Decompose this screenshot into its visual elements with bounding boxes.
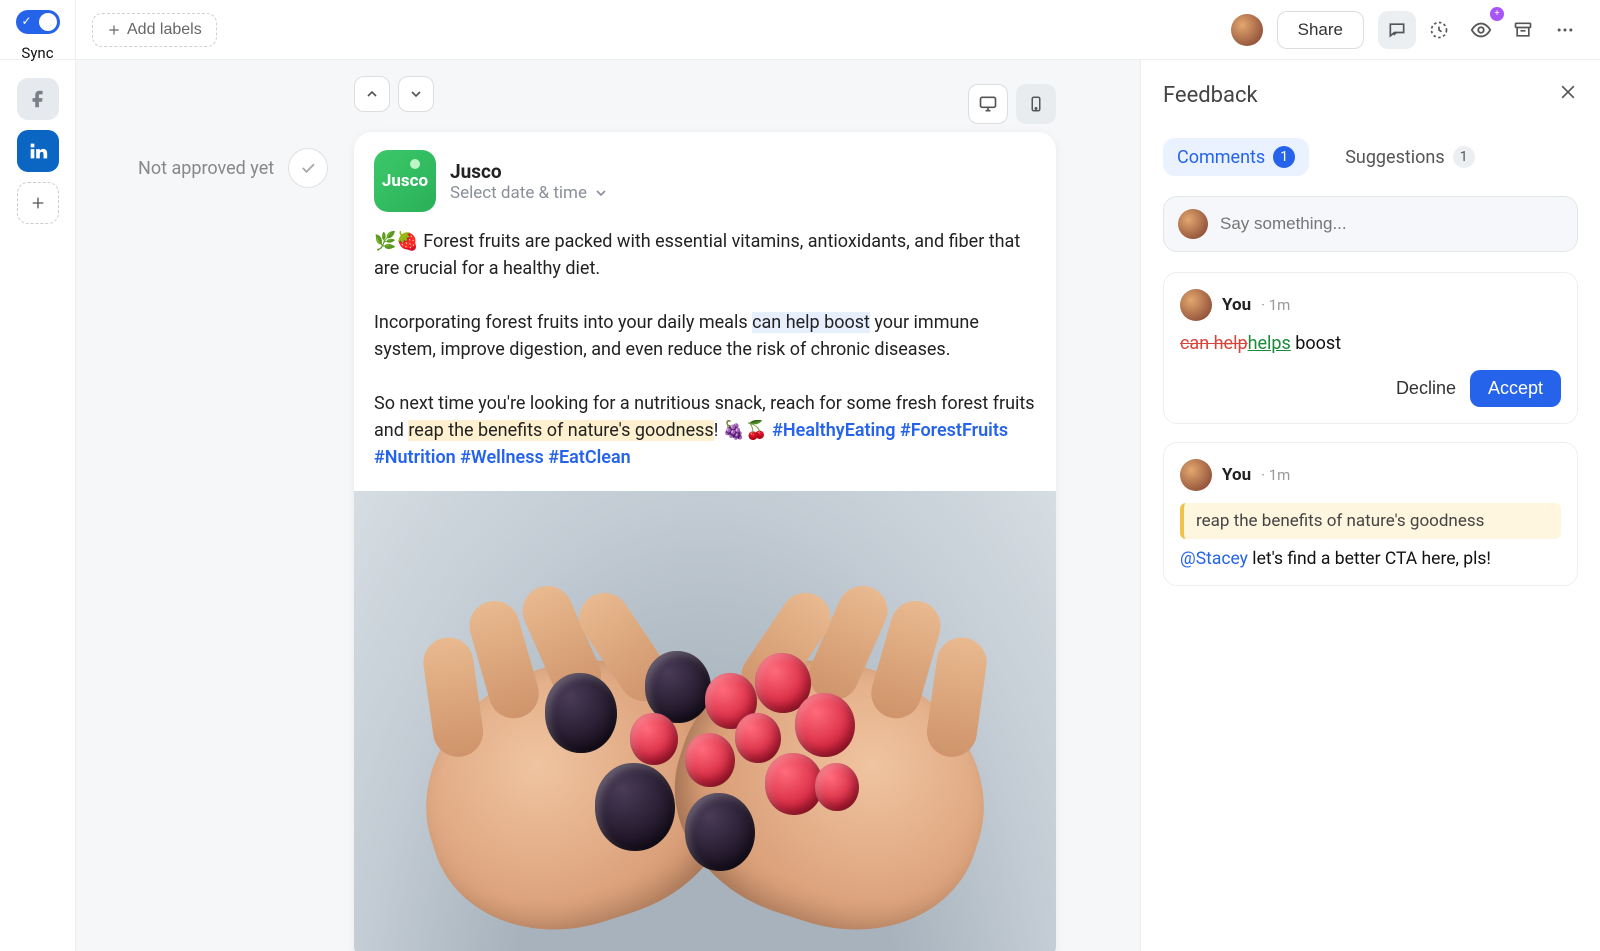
- tab-suggestions[interactable]: Suggestions 1: [1331, 138, 1488, 176]
- archive-icon: [1513, 20, 1533, 40]
- hashtag[interactable]: #EatClean: [548, 447, 630, 468]
- chevron-up-icon: [364, 86, 380, 102]
- eye-icon: [1470, 19, 1492, 41]
- add-labels-button[interactable]: Add labels: [92, 13, 217, 47]
- post-panel: Jusco Jusco Select date & time 🌿🍓 Forest…: [354, 76, 1056, 951]
- post-image: [354, 491, 1056, 951]
- decline-button[interactable]: Decline: [1396, 370, 1456, 407]
- chevron-down-icon: [593, 185, 609, 201]
- feedback-tabs: Comments 1 Suggestions 1: [1163, 138, 1578, 176]
- archive-button[interactable]: [1504, 11, 1542, 49]
- desktop-icon: [978, 94, 998, 114]
- sync-toggle[interactable]: ✓: [16, 10, 60, 34]
- left-rail: ✓ Sync: [0, 0, 76, 951]
- hashtag[interactable]: #Nutrition: [374, 447, 456, 468]
- topbar: Add labels Share +: [0, 0, 1600, 60]
- suggestions-count: 1: [1453, 146, 1475, 168]
- comment-input-row: [1163, 196, 1578, 252]
- hashtag[interactable]: #ForestFruits: [900, 420, 1008, 441]
- comment-author: You: [1222, 295, 1251, 315]
- chevron-down-icon: [408, 86, 424, 102]
- comment-author: You: [1222, 465, 1251, 485]
- comment-text: @Stacey let's find a better CTA here, pl…: [1180, 549, 1561, 569]
- linkedin-channel[interactable]: [17, 130, 59, 172]
- share-button[interactable]: Share: [1277, 11, 1364, 49]
- comment-input[interactable]: [1220, 214, 1563, 234]
- comment-card: You · 1m reap the benefits of nature's g…: [1163, 442, 1578, 586]
- diff-text: can helphelps boost: [1180, 333, 1561, 354]
- approve-button[interactable]: [288, 148, 328, 188]
- mention[interactable]: @Stacey: [1180, 549, 1248, 569]
- post-card: Jusco Jusco Select date & time 🌿🍓 Forest…: [354, 132, 1056, 951]
- approval-row: Not approved yet: [98, 60, 378, 188]
- facebook-channel[interactable]: [17, 78, 59, 120]
- close-button[interactable]: [1558, 82, 1578, 108]
- user-avatar: [1180, 289, 1212, 321]
- comment-time: · 1m: [1261, 296, 1290, 314]
- approval-status: Not approved yet: [138, 158, 274, 179]
- user-avatar: [1180, 459, 1212, 491]
- plus-icon: [107, 23, 121, 37]
- user-avatar: [1178, 209, 1208, 239]
- comment-time: · 1m: [1261, 466, 1290, 484]
- brand-logo: Jusco: [374, 150, 436, 212]
- feedback-title: Feedback: [1163, 83, 1258, 108]
- hashtag[interactable]: #HealthyEating: [772, 420, 895, 441]
- date-select[interactable]: Select date & time: [450, 183, 609, 203]
- next-post-button[interactable]: [398, 76, 434, 112]
- prev-post-button[interactable]: [354, 76, 390, 112]
- feedback-panel: Feedback Comments 1 Suggestions 1 You · …: [1140, 60, 1600, 951]
- more-button[interactable]: [1546, 11, 1584, 49]
- feedback-panel-toggle[interactable]: [1378, 11, 1416, 49]
- plus-icon: [30, 195, 46, 211]
- post-body[interactable]: 🌿🍓 Forest fruits are packed with essenti…: [354, 218, 1056, 491]
- comment-highlight[interactable]: reap the benefits of nature's goodness: [408, 420, 713, 441]
- close-icon: [1558, 82, 1578, 102]
- linkedin-icon: [27, 140, 49, 162]
- emoji-lead: 🌿🍓: [374, 231, 419, 252]
- add-labels-text: Add labels: [127, 21, 202, 39]
- brand-name: Jusco: [450, 160, 609, 183]
- desktop-preview-button[interactable]: [968, 84, 1008, 124]
- suggestion-card: You · 1m can helphelps boost Decline Acc…: [1163, 272, 1578, 424]
- activity-icon: [1429, 20, 1449, 40]
- more-icon: [1555, 20, 1575, 40]
- tab-comments[interactable]: Comments 1: [1163, 138, 1309, 176]
- quoted-text: reap the benefits of nature's goodness: [1180, 503, 1561, 539]
- sync-label: Sync: [21, 44, 53, 62]
- user-avatar[interactable]: [1231, 14, 1263, 46]
- activity-button[interactable]: [1420, 11, 1458, 49]
- comments-count: 1: [1273, 146, 1295, 168]
- comment-icon: [1387, 20, 1407, 40]
- sparkle-badge: +: [1490, 7, 1504, 21]
- mobile-preview-button[interactable]: [1016, 84, 1056, 124]
- main-area: Not approved yet: [76, 60, 1140, 951]
- mobile-icon: [1027, 95, 1045, 113]
- accept-button[interactable]: Accept: [1470, 370, 1561, 407]
- hashtag[interactable]: #Wellness: [460, 447, 544, 468]
- visibility-button[interactable]: +: [1462, 11, 1500, 49]
- check-icon: [299, 159, 317, 177]
- add-channel-button[interactable]: [17, 182, 59, 224]
- suggestion-highlight[interactable]: can help boost: [752, 312, 870, 333]
- facebook-icon: [27, 88, 49, 110]
